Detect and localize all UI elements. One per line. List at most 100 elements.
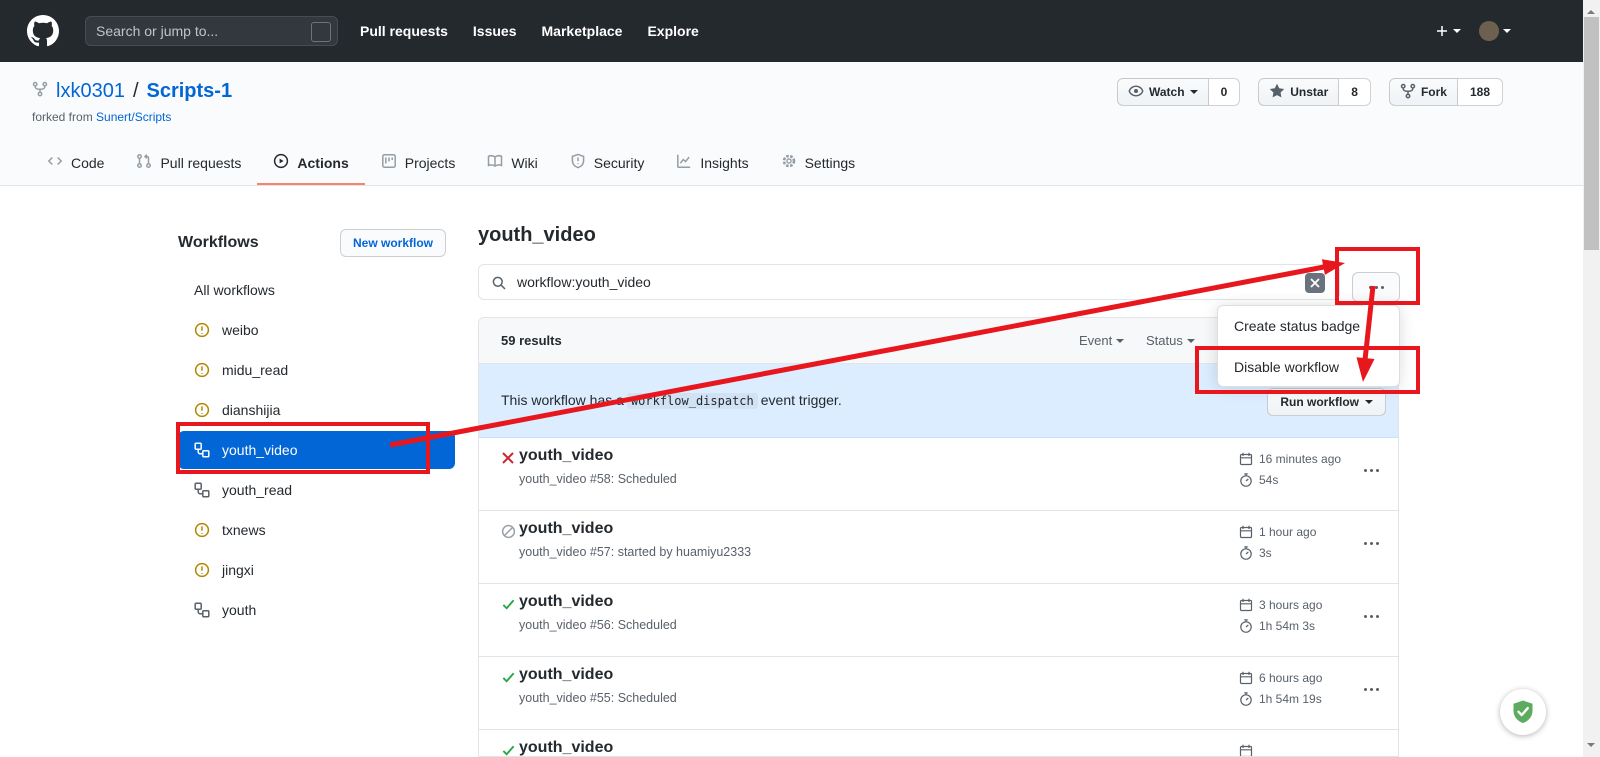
sidebar-item-all-workflows[interactable]: All workflows <box>178 271 446 309</box>
header-nav: Pull requests Issues Marketplace Explore <box>360 0 699 62</box>
caret-down-icon <box>1365 400 1373 408</box>
header-right-cluster <box>1434 0 1511 62</box>
success-icon <box>501 670 516 690</box>
kebab-icon <box>1370 542 1373 545</box>
tab-insights[interactable]: Insights <box>660 140 764 185</box>
run-duration: 1h 54m 19s <box>1259 692 1322 706</box>
sidebar-item-midu-read[interactable]: midu_read <box>178 351 446 389</box>
banner-text-after: event trigger. <box>761 392 842 408</box>
workflow-options-menu: Create status badge Disable workflow <box>1217 305 1400 387</box>
sidebar-item-youth-read[interactable]: youth_read <box>178 471 446 509</box>
run-meta: 16 minutes ago 54s <box>1239 448 1341 490</box>
scrollbar-thumb[interactable] <box>1584 17 1599 250</box>
run-title-link[interactable]: youth_video <box>519 593 613 611</box>
fork-count[interactable]: 188 <box>1458 78 1503 106</box>
code-icon <box>47 153 63 172</box>
shield-icon <box>570 153 586 172</box>
plus-icon <box>1434 23 1450 39</box>
caret-down-icon <box>1190 90 1198 98</box>
nav-issues[interactable]: Issues <box>473 23 517 39</box>
banner-text-before: This workflow has a <box>501 392 624 408</box>
workflow-list: All workflows weibo midu_read dianshijia… <box>178 271 446 629</box>
new-workflow-button[interactable]: New workflow <box>340 229 446 257</box>
run-title-link[interactable]: youth_video <box>519 447 613 465</box>
run-subtitle: youth_video #57: started by huamiyu2333 <box>519 545 751 559</box>
close-icon <box>1310 278 1320 288</box>
tab-actions[interactable]: Actions <box>257 140 364 185</box>
run-options-button[interactable] <box>1362 611 1381 622</box>
repo-name-link[interactable]: Scripts-1 <box>147 80 233 103</box>
status-filter-dropdown[interactable]: Status <box>1146 333 1195 348</box>
fork-group: Fork 188 <box>1389 78 1503 106</box>
tab-label: Projects <box>405 155 456 171</box>
tab-wiki[interactable]: Wiki <box>471 140 553 185</box>
tab-label: Wiki <box>511 155 537 171</box>
fork-button[interactable]: Fork <box>1389 78 1458 106</box>
event-filter-label: Event <box>1079 333 1112 348</box>
run-row: youth_video youth_video #58: Scheduled 1… <box>479 438 1398 511</box>
sidebar-item-youth[interactable]: youth <box>178 591 446 629</box>
scroll-up-icon[interactable] <box>1587 6 1595 14</box>
forked-note: forked from Sunert/Scripts <box>32 110 171 124</box>
run-time: 3 hours ago <box>1259 598 1322 612</box>
run-row: youth_video youth_video #55: Scheduled 6… <box>479 657 1398 730</box>
run-workflow-button[interactable]: Run workflow <box>1267 388 1386 416</box>
clear-search-button[interactable] <box>1305 273 1325 293</box>
success-icon <box>501 597 516 617</box>
workflow-options-button[interactable] <box>1352 272 1400 302</box>
nav-pull-requests[interactable]: Pull requests <box>360 23 448 39</box>
eye-icon <box>1128 83 1144 102</box>
run-title-link[interactable]: youth_video <box>519 739 613 757</box>
run-options-button[interactable] <box>1362 538 1381 549</box>
sidebar-item-txnews[interactable]: txnews <box>178 511 446 549</box>
kebab-icon <box>1369 286 1372 289</box>
unstar-button[interactable]: Unstar <box>1258 78 1339 106</box>
workflow-label: dianshijia <box>222 402 280 418</box>
repo-forked-icon <box>1400 83 1416 102</box>
star-icon <box>1269 83 1285 102</box>
nav-marketplace[interactable]: Marketplace <box>542 23 623 39</box>
calendar-icon <box>1239 671 1253 685</box>
github-logo-icon[interactable] <box>27 15 59 47</box>
run-title-link[interactable]: youth_video <box>519 666 613 684</box>
tab-settings[interactable]: Settings <box>765 140 872 185</box>
run-duration: 3s <box>1259 546 1272 560</box>
sidebar-item-dianshijia[interactable]: dianshijia <box>178 391 446 429</box>
adguard-shield-button[interactable] <box>1500 689 1546 735</box>
nav-explore[interactable]: Explore <box>647 23 698 39</box>
run-options-button[interactable] <box>1362 684 1381 695</box>
github-actions-page: Pull requests Issues Marketplace Explore… <box>0 0 1600 757</box>
tab-label: Security <box>594 155 645 171</box>
event-filter-dropdown[interactable]: Event <box>1079 333 1124 348</box>
header-search-input[interactable] <box>86 17 337 45</box>
page-title: youth_video <box>478 224 596 247</box>
workflow-label: midu_read <box>222 362 288 378</box>
tab-code[interactable]: Code <box>31 140 120 185</box>
kebab-icon <box>1370 469 1373 472</box>
sidebar-item-youth-video[interactable]: youth_video <box>178 431 455 469</box>
header-search <box>85 16 338 46</box>
sidebar-item-weibo[interactable]: weibo <box>178 311 446 349</box>
kebab-icon <box>1375 286 1378 289</box>
create-new-button[interactable] <box>1434 23 1461 39</box>
tab-security[interactable]: Security <box>554 140 661 185</box>
repo-header: lxk0301 / Scripts-1 forked from Sunert/S… <box>0 62 1583 186</box>
watch-count[interactable]: 0 <box>1209 78 1241 106</box>
user-menu-button[interactable] <box>1479 21 1511 41</box>
run-options-button[interactable] <box>1362 465 1381 476</box>
kebab-icon <box>1376 615 1379 618</box>
repo-owner-link[interactable]: lxk0301 <box>56 80 125 103</box>
workflow-search-input[interactable] <box>479 265 1339 299</box>
watch-button[interactable]: Watch <box>1117 78 1209 106</box>
shield-check-icon <box>1509 698 1537 726</box>
scroll-down-icon[interactable] <box>1587 743 1595 751</box>
menu-item-disable-workflow[interactable]: Disable workflow <box>1218 346 1399 386</box>
menu-item-create-status-badge[interactable]: Create status badge <box>1218 306 1399 346</box>
sidebar-item-jingxi[interactable]: jingxi <box>178 551 446 589</box>
tab-projects[interactable]: Projects <box>365 140 472 185</box>
fork-source-link[interactable]: Sunert/Scripts <box>96 110 171 124</box>
run-title-link[interactable]: youth_video <box>519 520 613 538</box>
tab-pull-requests[interactable]: Pull requests <box>120 140 257 185</box>
workflow-label: youth_read <box>222 482 292 498</box>
star-count[interactable]: 8 <box>1339 78 1371 106</box>
